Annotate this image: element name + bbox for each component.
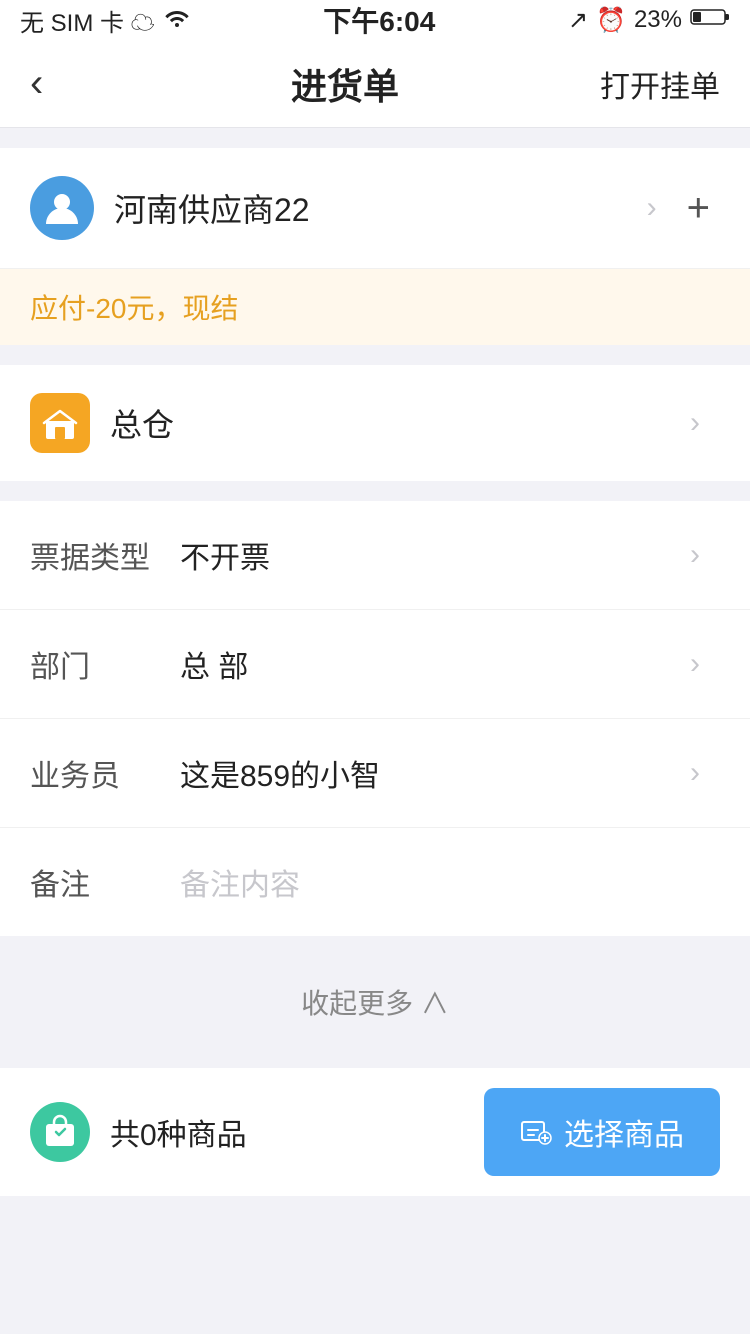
status-time: 下午6:04 (323, 0, 435, 40)
battery-label: 23% (634, 6, 682, 34)
alarm-icon: ⏰ (596, 6, 626, 35)
remark-input[interactable]: 备注内容 (160, 860, 720, 904)
warehouse-icon (30, 393, 90, 453)
status-left: 无 SIM 卡 ☁ (20, 3, 191, 38)
remark-label: 备注 (30, 860, 160, 904)
product-count: 共0种商品 (110, 1110, 484, 1154)
open-pending-button[interactable]: 打开挂单 (600, 62, 720, 106)
department-value: 总 部 (160, 642, 690, 686)
salesperson-label: 业务员 (30, 751, 160, 795)
page-title: 进货单 (291, 58, 399, 110)
sim-label: 无 SIM 卡 ☁ (20, 3, 155, 38)
department-chevron-icon: › (690, 647, 700, 681)
bottom-bar: 共0种商品 选择商品 (0, 1068, 750, 1196)
supplier-avatar (30, 176, 94, 240)
remark-row[interactable]: 备注 备注内容 (0, 828, 750, 936)
back-button[interactable]: ‹ (30, 61, 90, 106)
gap-1 (0, 128, 750, 148)
invoice-chevron-icon: › (690, 538, 700, 572)
status-bar: 无 SIM 卡 ☁ 下午6:04 ↗ ⏰ 23% (0, 0, 750, 40)
invoice-value: 不开票 (160, 533, 690, 577)
invoice-label: 票据类型 (30, 533, 160, 577)
notice-banner: 应付-20元，现结 (0, 269, 750, 345)
invoice-row[interactable]: 票据类型 不开票 › (0, 501, 750, 610)
supplier-name: 河南供应商22 (114, 185, 647, 231)
collapse-button[interactable]: 收起更多 ∧ (0, 956, 750, 1048)
notice-text: 应付-20元，现结 (30, 293, 238, 324)
department-row[interactable]: 部门 总 部 › (0, 610, 750, 719)
collapse-label: 收起更多 ∧ (301, 988, 449, 1019)
nav-bar: ‹ 进货单 打开挂单 (0, 40, 750, 128)
salesperson-row[interactable]: 业务员 这是859的小智 › (0, 719, 750, 828)
select-product-label: 选择商品 (564, 1110, 684, 1154)
product-icon (30, 1102, 90, 1162)
location-icon: ↗ (568, 6, 588, 35)
salesperson-value: 这是859的小智 (160, 751, 690, 795)
supplier-section: 河南供应商22 › + (0, 148, 750, 269)
department-label: 部门 (30, 642, 160, 686)
warehouse-chevron-icon: › (690, 406, 700, 440)
salesperson-chevron-icon: › (690, 756, 700, 790)
wifi-icon (163, 6, 191, 34)
select-product-button[interactable]: 选择商品 (484, 1088, 720, 1176)
supplier-chevron-icon: › (647, 191, 657, 225)
warehouse-section[interactable]: 总仓 › (0, 365, 750, 481)
warehouse-name: 总仓 (110, 400, 690, 446)
status-right: ↗ ⏰ 23% (568, 6, 730, 35)
add-button[interactable]: + (677, 186, 720, 231)
battery-icon (690, 6, 730, 34)
form-section: 票据类型 不开票 › 部门 总 部 › 业务员 这是859的小智 › 备注 备注… (0, 501, 750, 936)
